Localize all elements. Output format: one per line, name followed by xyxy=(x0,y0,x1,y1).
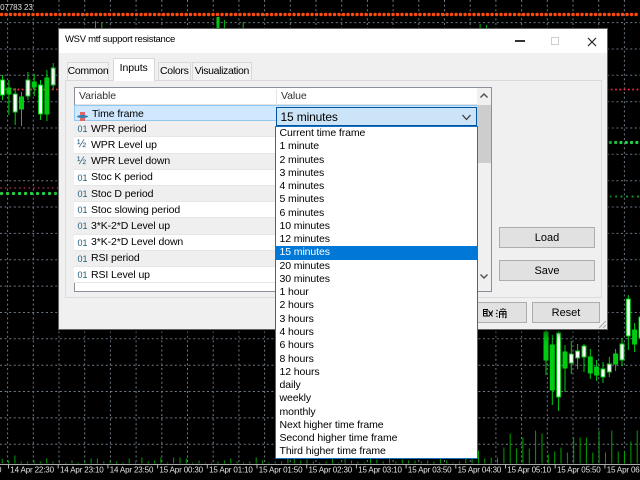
svg-text:14 Apr 23:10: 14 Apr 23:10 xyxy=(60,466,104,475)
svg-text:15 Apr 01:10: 15 Apr 01:10 xyxy=(209,466,253,475)
svg-text:15 Apr 00:30: 15 Apr 00:30 xyxy=(159,466,203,475)
svg-text:15 Apr 03:50: 15 Apr 03:50 xyxy=(408,466,452,475)
svg-text:15 Apr 06:30: 15 Apr 06:30 xyxy=(607,466,640,475)
svg-text:15 Apr 03:10: 15 Apr 03:10 xyxy=(358,466,402,475)
svg-text:14 Apr 22:30: 14 Apr 22:30 xyxy=(10,466,54,475)
svg-text:15 Apr 01:50: 15 Apr 01:50 xyxy=(259,466,303,475)
svg-text:14 Apr 23:50: 14 Apr 23:50 xyxy=(110,466,154,475)
svg-text:15 Apr 04:30: 15 Apr 04:30 xyxy=(458,466,502,475)
svg-text:15 Apr 05:10: 15 Apr 05:10 xyxy=(507,466,551,475)
svg-text:15 Apr 05:50: 15 Apr 05:50 xyxy=(557,466,601,475)
svg-text:15 Apr 02:30: 15 Apr 02:30 xyxy=(309,466,353,475)
svg-text:.07783 23: .07783 23 xyxy=(0,3,33,12)
